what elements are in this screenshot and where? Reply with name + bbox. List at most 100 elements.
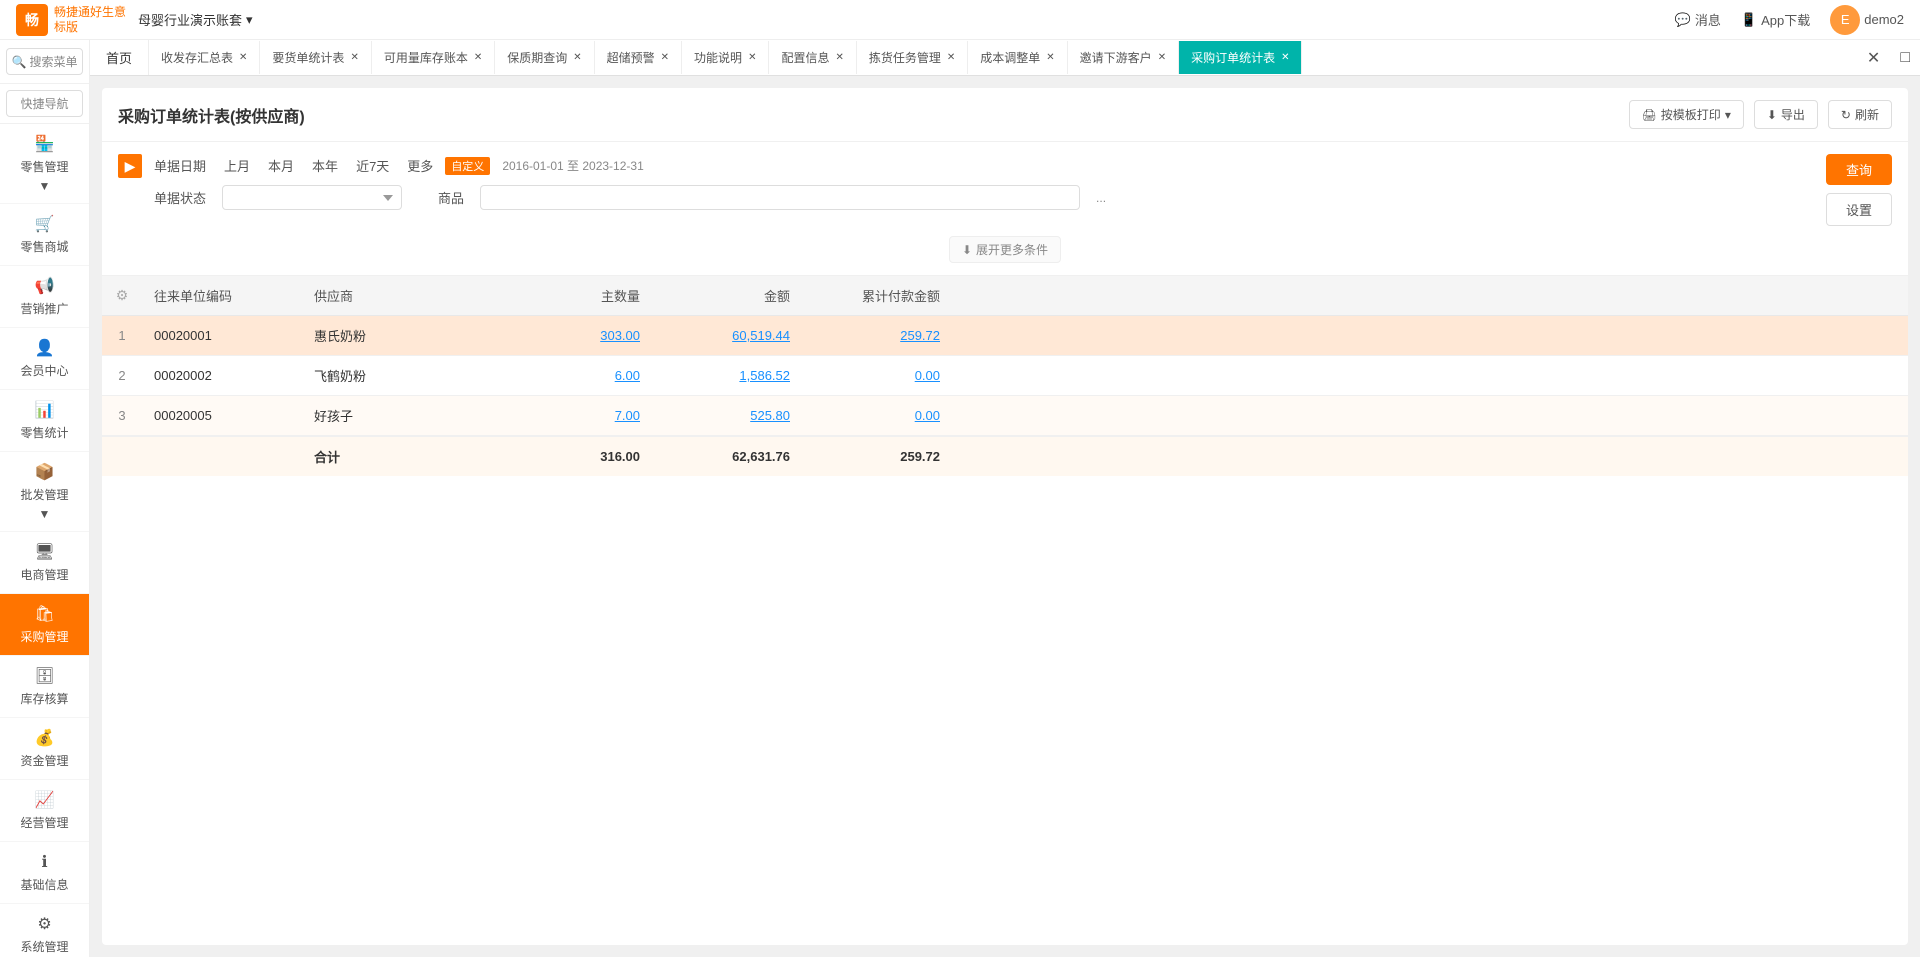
tab-close-available-inventory[interactable]: ✕ <box>474 52 482 63</box>
more-filter-btn[interactable]: ... <box>1096 191 1106 205</box>
tab-home[interactable]: 首页 <box>90 40 149 75</box>
avatar: E <box>1830 5 1860 35</box>
shortcut-last-month[interactable]: 上月 <box>218 154 256 177</box>
footer-check-col <box>102 436 142 476</box>
filter-toggle-btn[interactable]: ▶ <box>118 154 142 178</box>
row-supplier: 惠氏奶粉 <box>302 316 502 356</box>
tab-close-invite[interactable]: ✕ <box>1158 52 1166 63</box>
sidebar-item-member-center[interactable]: 👤 会员中心 <box>0 328 89 390</box>
quick-nav-btn[interactable]: 快捷导航 <box>6 90 83 117</box>
tab-close-pick[interactable]: ✕ <box>947 52 955 63</box>
tab-close-purchase-stats[interactable]: ✕ <box>1281 52 1289 63</box>
expand-more-btn[interactable]: ⬇ 展开更多条件 <box>949 236 1061 263</box>
retail-manage-icon: 🏪 <box>35 134 55 154</box>
row-no: 3 <box>102 396 142 437</box>
tab-purchase-stats[interactable]: 采购订单统计表 ✕ <box>1179 41 1302 74</box>
refresh-btn[interactable]: ↻ 刷新 <box>1828 100 1892 129</box>
col-settings[interactable]: ⚙ <box>102 276 142 316</box>
shortcut-more[interactable]: 更多 <box>401 154 439 177</box>
row-code: 00020001 <box>142 316 302 356</box>
tab-close-config[interactable]: ✕ <box>835 52 843 63</box>
shortcut-7days[interactable]: 近7天 <box>350 154 395 177</box>
query-btn[interactable]: 查询 <box>1826 154 1892 185</box>
status-select[interactable] <box>222 185 402 210</box>
table-row: 3 00020005 好孩子 7.00 525.80 0.00 <box>102 396 1908 437</box>
shortcut-this-month[interactable]: 本月 <box>262 154 300 177</box>
sidebar-item-finance[interactable]: 💰 资金管理 <box>0 718 89 780</box>
export-btn[interactable]: ⬇ 导出 <box>1754 100 1818 129</box>
sidebar-item-inventory[interactable]: 🗄 库存核算 <box>0 656 89 718</box>
sidebar-item-marketing[interactable]: 📢 营销推广 <box>0 266 89 328</box>
tab-receive-summary[interactable]: 收发存汇总表 ✕ <box>149 41 260 74</box>
tab-overstock-warning[interactable]: 超储预警 ✕ <box>595 41 682 74</box>
tab-warranty-query[interactable]: 保质期查询 ✕ <box>495 41 594 74</box>
goods-input[interactable] <box>480 185 1080 210</box>
close-all-tabs-btn[interactable]: ✕ <box>1857 42 1890 74</box>
row-qty[interactable]: 7.00 <box>502 396 652 437</box>
basic-info-icon: ℹ <box>41 852 47 872</box>
col-header-qty: 主数量 <box>502 276 652 316</box>
row-no: 2 <box>102 356 142 396</box>
page-content: 采购订单统计表(按供应商) 🖨 按模板打印 ▾ ⬇ 导出 ↻ <box>90 76 1920 957</box>
message-btn[interactable]: 💬 消息 <box>1675 10 1721 29</box>
tab-invite-downstream[interactable]: 邀请下游客户 ✕ <box>1068 41 1179 74</box>
date-shortcuts: 上月 本月 本年 近7天 更多 自定义 <box>218 154 490 177</box>
tab-config-info[interactable]: 配置信息 ✕ <box>769 41 856 74</box>
sidebar-search-area: 🔍 搜索菜单 <box>0 40 89 84</box>
tab-available-inventory[interactable]: 可用量库存账本 ✕ <box>372 41 495 74</box>
shortcut-this-year[interactable]: 本年 <box>306 154 344 177</box>
custom-badge[interactable]: 自定义 <box>445 157 490 175</box>
tab-close-receive-summary[interactable]: ✕ <box>239 52 247 63</box>
row-qty[interactable]: 303.00 <box>502 316 652 356</box>
message-icon: 💬 <box>1675 12 1691 28</box>
date-label: 单据日期 <box>154 156 206 175</box>
sidebar-item-wholesale[interactable]: 📦 批发管理 ▼ <box>0 452 89 532</box>
row-no: 1 <box>102 316 142 356</box>
sidebar-item-operations[interactable]: 📈 经营管理 <box>0 780 89 842</box>
sidebar-item-system[interactable]: ⚙ 系统管理 <box>0 904 89 957</box>
row-paid[interactable]: 259.72 <box>802 316 952 356</box>
template-print-btn[interactable]: 🖨 按模板打印 ▾ <box>1629 100 1744 129</box>
col-header-extra <box>952 276 1908 316</box>
app-download-btn[interactable]: 📱 App下载 <box>1741 10 1810 29</box>
row-amount[interactable]: 525.80 <box>652 396 802 437</box>
sidebar-item-ecommerce[interactable]: 🖥 电商管理 <box>0 532 89 594</box>
table-row: 1 00020001 惠氏奶粉 303.00 60,519.44 259.72 <box>102 316 1908 356</box>
content-area: 首页 收发存汇总表 ✕ 要货单统计表 ✕ 可用量库存账本 ✕ 保质期查询 ✕ 超… <box>90 40 1920 957</box>
tab-pick-task[interactable]: 拣货任务管理 ✕ <box>857 41 968 74</box>
table-area: ⚙ 往来单位编码 供应商 主数量 金额 累计付款金额 <box>102 276 1908 488</box>
tab-close-overstock[interactable]: ✕ <box>661 52 669 63</box>
sidebar-item-retail-stats[interactable]: 📊 零售统计 <box>0 390 89 452</box>
tab-close-warranty[interactable]: ✕ <box>573 52 581 63</box>
search-menu-btn[interactable]: 🔍 搜索菜单 <box>6 48 83 75</box>
tab-function-desc[interactable]: 功能说明 ✕ <box>682 41 769 74</box>
sidebar-item-retail-shop[interactable]: 🛒 零售商城 <box>0 204 89 266</box>
row-paid[interactable]: 0.00 <box>802 356 952 396</box>
tab-bar: 首页 收发存汇总表 ✕ 要货单统计表 ✕ 可用量库存账本 ✕ 保质期查询 ✕ 超… <box>90 40 1920 76</box>
row-paid[interactable]: 0.00 <box>802 396 952 437</box>
download-icon: 📱 <box>1741 12 1757 28</box>
filter-second-row: 单据状态 商品 ... <box>154 185 1814 210</box>
table-footer-row: 合计 316.00 62,631.76 259.72 <box>102 436 1908 476</box>
maximize-btn[interactable]: □ <box>1890 43 1920 73</box>
logo-text: 畅捷通好生意 标版 <box>54 5 126 34</box>
sidebar-item-purchase[interactable]: 🛍 采购管理 <box>0 594 89 656</box>
settings-icon[interactable]: ⚙ <box>116 287 129 303</box>
tab-goods-stats[interactable]: 要货单统计表 ✕ <box>260 41 371 74</box>
tab-close-function[interactable]: ✕ <box>748 52 756 63</box>
user-menu[interactable]: E demo2 <box>1830 5 1904 35</box>
workspace-selector[interactable]: 母婴行业演示账套 ▾ <box>138 10 253 29</box>
row-amount[interactable]: 1,586.52 <box>652 356 802 396</box>
col-header-code: 往来单位编码 <box>142 276 302 316</box>
tab-close-goods-stats[interactable]: ✕ <box>350 52 358 63</box>
settings-btn[interactable]: 设置 <box>1826 193 1892 226</box>
sidebar-item-retail-manage[interactable]: 🏪 零售管理 ▼ <box>0 124 89 204</box>
top-bar: 畅 畅捷通好生意 标版 母婴行业演示账套 ▾ 💬 消息 📱 App下载 E de… <box>0 0 1920 40</box>
row-supplier: 好孩子 <box>302 396 502 437</box>
row-extra <box>952 396 1908 437</box>
row-amount[interactable]: 60,519.44 <box>652 316 802 356</box>
tab-close-cost[interactable]: ✕ <box>1046 52 1054 63</box>
tab-cost-adjust[interactable]: 成本调整单 ✕ <box>968 41 1067 74</box>
row-qty[interactable]: 6.00 <box>502 356 652 396</box>
sidebar-item-basic-info[interactable]: ℹ 基础信息 <box>0 842 89 904</box>
